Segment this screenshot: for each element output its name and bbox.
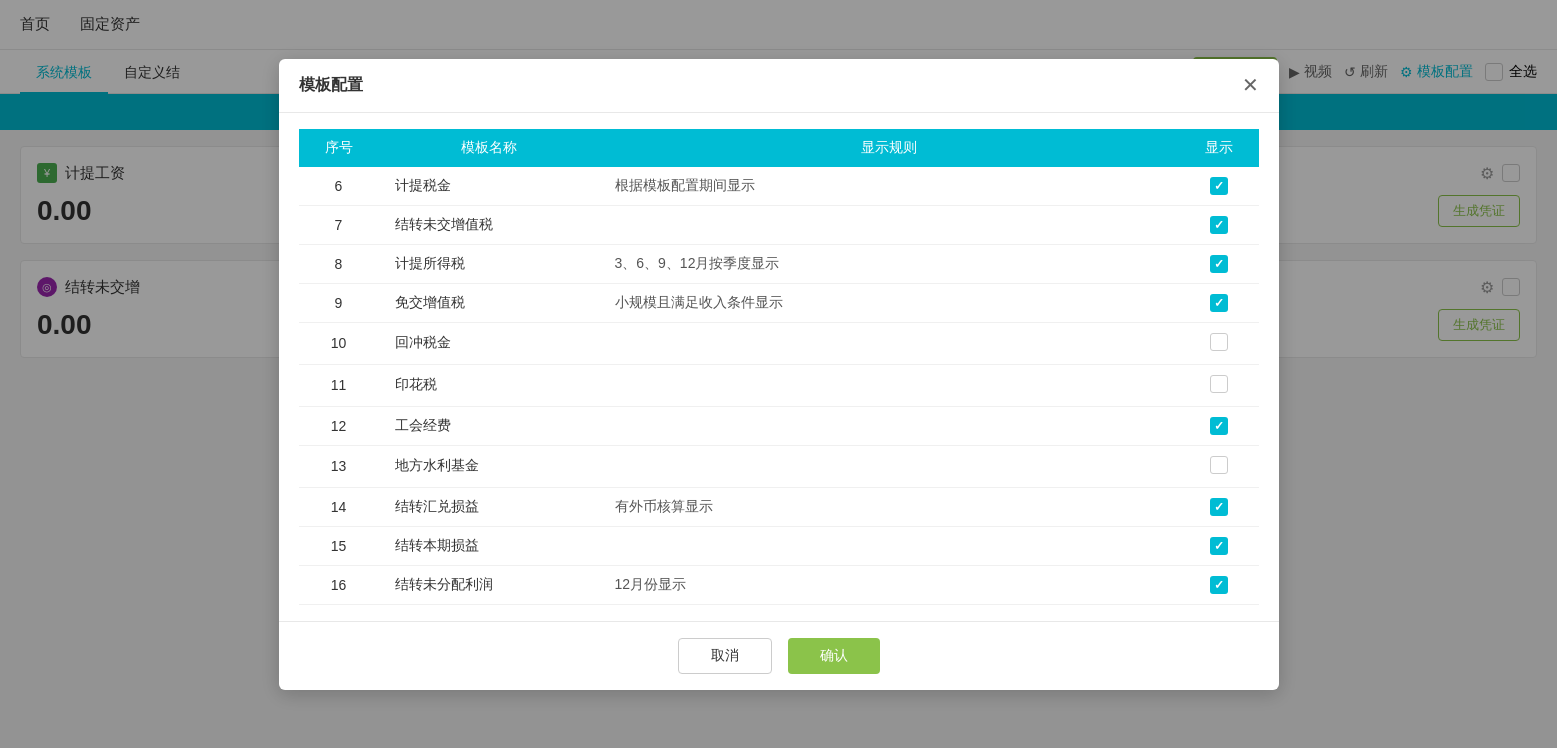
cell-show[interactable] [1179, 364, 1259, 406]
row-checkbox[interactable] [1210, 375, 1228, 393]
cell-rule: 小规模且满足收入条件显示 [599, 283, 1179, 322]
row-checkbox[interactable] [1210, 294, 1228, 312]
cell-seq: 9 [299, 283, 379, 322]
cell-show[interactable] [1179, 244, 1259, 283]
col-header-rule: 显示规则 [599, 129, 1179, 167]
cell-seq: 10 [299, 322, 379, 364]
col-header-name: 模板名称 [379, 129, 599, 167]
table-row: 12工会经费 [299, 406, 1259, 445]
cell-name: 结转未交增值税 [379, 205, 599, 244]
cell-seq: 16 [299, 565, 379, 604]
table-row: 16结转未分配利润12月份显示 [299, 565, 1259, 604]
cell-show[interactable] [1179, 205, 1259, 244]
cell-name: 计提所得税 [379, 244, 599, 283]
cancel-button[interactable]: 取消 [678, 638, 772, 674]
table-header-row: 序号 模板名称 显示规则 显示 [299, 129, 1259, 167]
cell-rule: 12月份显示 [599, 565, 1179, 604]
modal-template-config: 模板配置 ✕ 序号 模板名称 显示规则 显示 6计提税金根据模板配置期间显示7结… [279, 59, 1279, 690]
table-row: 8计提所得税3、6、9、12月按季度显示 [299, 244, 1259, 283]
table-row: 6计提税金根据模板配置期间显示 [299, 167, 1259, 206]
cell-seq: 6 [299, 167, 379, 206]
cell-rule: 3、6、9、12月按季度显示 [599, 244, 1179, 283]
cell-name: 回冲税金 [379, 322, 599, 364]
cell-rule [599, 445, 1179, 487]
cell-name: 免交增值税 [379, 283, 599, 322]
table-row: 14结转汇兑损益有外币核算显示 [299, 487, 1259, 526]
row-checkbox[interactable] [1210, 576, 1228, 594]
row-checkbox[interactable] [1210, 333, 1228, 351]
table-row: 10回冲税金 [299, 322, 1259, 364]
row-checkbox[interactable] [1210, 216, 1228, 234]
cell-rule [599, 364, 1179, 406]
cell-seq: 12 [299, 406, 379, 445]
modal-footer: 取消 确认 [279, 621, 1279, 690]
cell-rule: 根据模板配置期间显示 [599, 167, 1179, 206]
cell-show[interactable] [1179, 487, 1259, 526]
cell-show[interactable] [1179, 526, 1259, 565]
modal-body: 序号 模板名称 显示规则 显示 6计提税金根据模板配置期间显示7结转未交增值税8… [279, 113, 1279, 621]
config-table: 序号 模板名称 显示规则 显示 6计提税金根据模板配置期间显示7结转未交增值税8… [299, 129, 1259, 605]
row-checkbox[interactable] [1210, 255, 1228, 273]
cell-name: 地方水利基金 [379, 445, 599, 487]
modal-header: 模板配置 ✕ [279, 59, 1279, 113]
cell-rule [599, 322, 1179, 364]
cell-rule [599, 406, 1179, 445]
cell-rule [599, 205, 1179, 244]
cell-show[interactable] [1179, 283, 1259, 322]
table-row: 13地方水利基金 [299, 445, 1259, 487]
cell-show[interactable] [1179, 565, 1259, 604]
cell-seq: 15 [299, 526, 379, 565]
cell-seq: 8 [299, 244, 379, 283]
cell-name: 工会经费 [379, 406, 599, 445]
cell-seq: 14 [299, 487, 379, 526]
cell-seq: 13 [299, 445, 379, 487]
cell-seq: 7 [299, 205, 379, 244]
row-checkbox[interactable] [1210, 456, 1228, 474]
cell-name: 印花税 [379, 364, 599, 406]
cell-show[interactable] [1179, 167, 1259, 206]
cell-seq: 11 [299, 364, 379, 406]
row-checkbox[interactable] [1210, 537, 1228, 555]
row-checkbox[interactable] [1210, 498, 1228, 516]
table-row: 11印花税 [299, 364, 1259, 406]
cell-rule [599, 526, 1179, 565]
table-row: 15结转本期损益 [299, 526, 1259, 565]
col-header-show: 显示 [1179, 129, 1259, 167]
cell-show[interactable] [1179, 445, 1259, 487]
cell-name: 计提税金 [379, 167, 599, 206]
config-table-body: 6计提税金根据模板配置期间显示7结转未交增值税8计提所得税3、6、9、12月按季… [299, 167, 1259, 605]
modal-title: 模板配置 [299, 75, 363, 96]
table-row: 9免交增值税小规模且满足收入条件显示 [299, 283, 1259, 322]
row-checkbox[interactable] [1210, 417, 1228, 435]
confirm-button[interactable]: 确认 [788, 638, 880, 674]
cell-show[interactable] [1179, 406, 1259, 445]
table-row: 7结转未交增值税 [299, 205, 1259, 244]
row-checkbox[interactable] [1210, 177, 1228, 195]
modal-close-button[interactable]: ✕ [1242, 75, 1259, 95]
cell-name: 结转本期损益 [379, 526, 599, 565]
modal-overlay[interactable]: 模板配置 ✕ 序号 模板名称 显示规则 显示 6计提税金根据模板配置期间显示7结… [0, 0, 1557, 748]
cell-rule: 有外币核算显示 [599, 487, 1179, 526]
col-header-seq: 序号 [299, 129, 379, 167]
cell-name: 结转汇兑损益 [379, 487, 599, 526]
cell-show[interactable] [1179, 322, 1259, 364]
cell-name: 结转未分配利润 [379, 565, 599, 604]
